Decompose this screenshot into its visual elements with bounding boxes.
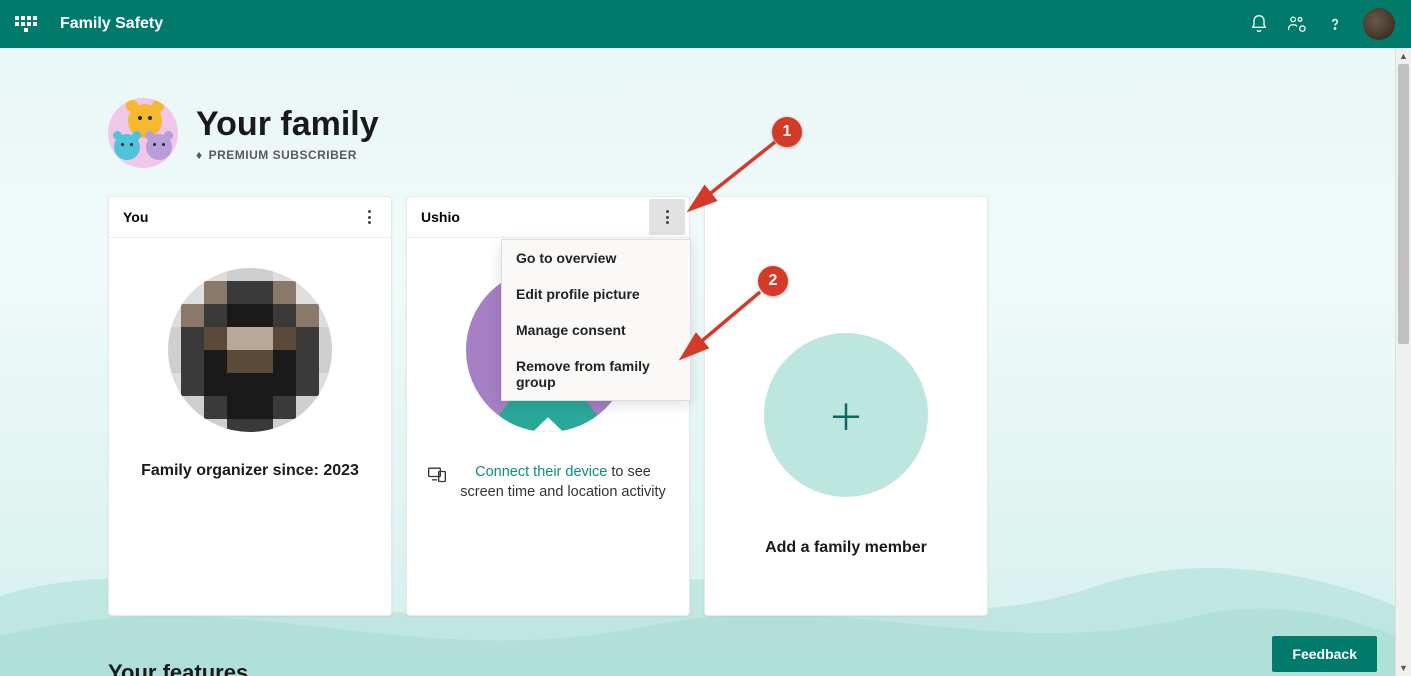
more-options-you[interactable] <box>351 199 387 235</box>
family-group-icon <box>108 98 178 168</box>
feedback-button[interactable]: Feedback <box>1272 636 1377 672</box>
card-body-you: Family organizer since: 2023 <box>109 238 391 615</box>
premium-badge: ♦ PREMIUM SUBSCRIBER <box>196 148 379 162</box>
annotation-badge-1: 1 <box>772 117 802 147</box>
vertical-scrollbar[interactable]: ▲ ▼ <box>1395 48 1411 676</box>
member-name-ushio: Ushio <box>421 209 460 225</box>
help-icon[interactable] <box>1325 14 1345 34</box>
main-content: Your family ♦ PREMIUM SUBSCRIBER You <box>0 48 1411 676</box>
plus-icon: ＋ <box>828 389 864 441</box>
menu-go-to-overview[interactable]: Go to overview <box>502 240 690 276</box>
page-title: Your family <box>196 105 379 144</box>
connect-device-row: Connect their device to see screen time … <box>423 462 673 503</box>
family-settings-icon[interactable] <box>1287 14 1307 34</box>
card-header-you: You <box>109 197 391 238</box>
app-title: Family Safety <box>60 15 163 33</box>
annotation-badge-2: 2 <box>758 266 788 296</box>
more-icon <box>666 210 669 224</box>
top-bar-right <box>1249 8 1403 40</box>
diamond-icon: ♦ <box>196 148 203 162</box>
add-member-card[interactable]: ＋ Add a family member <box>704 196 988 616</box>
add-member-circle[interactable]: ＋ <box>764 333 928 497</box>
menu-manage-consent[interactable]: Manage consent <box>502 312 690 348</box>
connect-device-link[interactable]: Connect their device <box>475 464 607 480</box>
app-launcher-icon[interactable] <box>8 6 44 42</box>
connect-text: Connect their device to see screen time … <box>457 462 669 503</box>
scroll-thumb[interactable] <box>1398 64 1409 344</box>
member-status-you: Family organizer since: 2023 <box>141 462 359 480</box>
member-card-you: You F <box>108 196 392 616</box>
devices-icon <box>427 464 447 503</box>
header-text-block: Your family ♦ PREMIUM SUBSCRIBER <box>196 105 379 162</box>
more-icon <box>368 210 371 224</box>
add-member-body: ＋ Add a family member <box>705 197 987 615</box>
more-options-ushio[interactable] <box>649 199 685 235</box>
context-menu-ushio: Go to overview Edit profile picture Mana… <box>501 239 691 401</box>
premium-label: PREMIUM SUBSCRIBER <box>209 148 357 162</box>
member-name-you: You <box>123 209 148 225</box>
top-bar-left: Family Safety <box>8 6 163 42</box>
menu-edit-profile-picture[interactable]: Edit profile picture <box>502 276 690 312</box>
scroll-down-arrow-icon[interactable]: ▼ <box>1396 660 1411 676</box>
top-app-bar: Family Safety <box>0 0 1411 48</box>
scroll-up-arrow-icon[interactable]: ▲ <box>1396 48 1411 64</box>
page-header: Your family ♦ PREMIUM SUBSCRIBER <box>108 98 1321 168</box>
add-member-label: Add a family member <box>765 539 927 557</box>
user-avatar[interactable] <box>1363 8 1395 40</box>
your-features-heading: Your features <box>108 660 1321 676</box>
notifications-icon[interactable] <box>1249 14 1269 34</box>
card-header-ushio: Ushio Go to overview Edit profile pictur… <box>407 197 689 238</box>
family-cards-row: You F <box>108 196 1321 616</box>
member-card-ushio: Ushio Go to overview Edit profile pictur… <box>406 196 690 616</box>
menu-remove-from-family[interactable]: Remove from family group <box>502 348 690 400</box>
avatar-you <box>168 268 332 432</box>
